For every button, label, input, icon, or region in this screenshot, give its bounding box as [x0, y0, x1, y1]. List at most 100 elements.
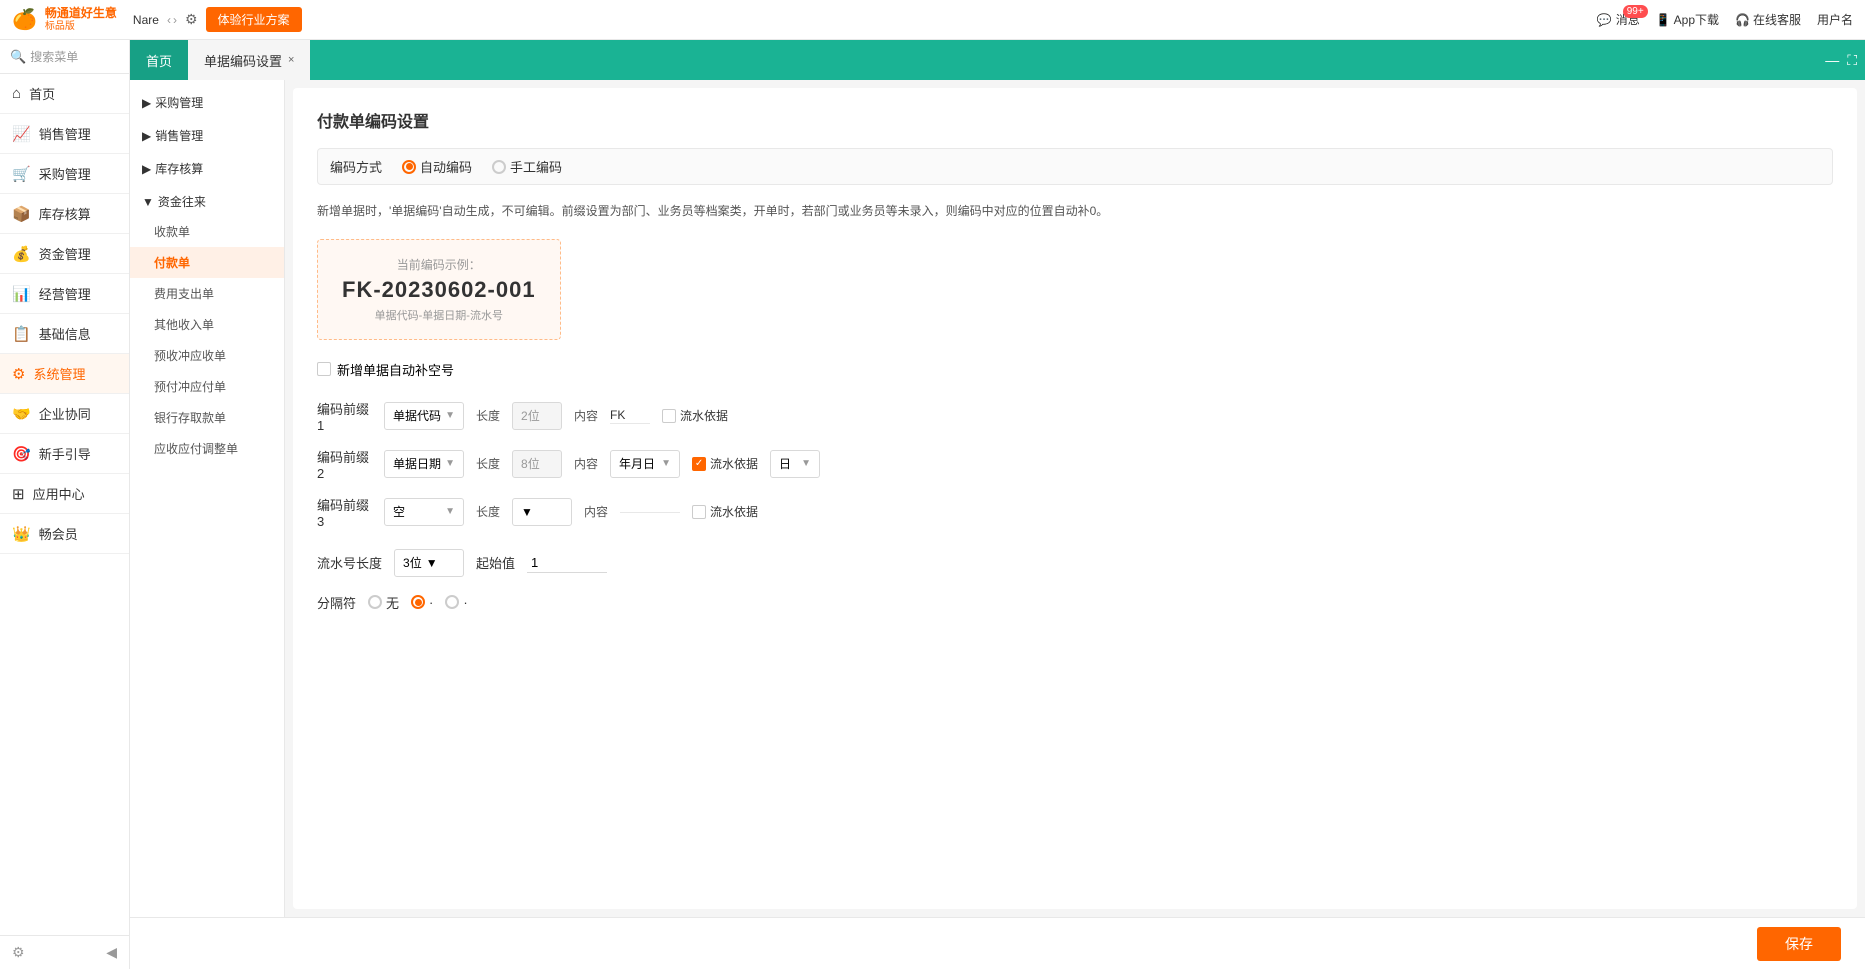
- sidebar-item-sales[interactable]: 📈 销售管理: [0, 114, 129, 154]
- arrow-left-icon[interactable]: ‹: [167, 13, 171, 27]
- prefix1-label: 编码前缀1: [317, 399, 372, 433]
- prefix3-select[interactable]: 空 ▼: [384, 498, 464, 526]
- water1-check[interactable]: 流水依据: [662, 407, 728, 424]
- separator-options: 无 · ·: [368, 593, 468, 612]
- online-service-btn[interactable]: 🎧 在线客服: [1735, 11, 1801, 28]
- sub-group-finance-title[interactable]: ▼ 资金往来: [130, 187, 284, 216]
- experience-btn[interactable]: 体验行业方案: [206, 7, 302, 32]
- info-text: 新增单据时，'单据编码'自动生成，不可编辑。前缀设置为部门、业务员等档案类，开单…: [317, 201, 1833, 223]
- tab-encoding-settings[interactable]: 单据编码设置 ×: [188, 40, 310, 80]
- sidebar-item-apps[interactable]: ⊞ 应用中心: [0, 474, 129, 514]
- sub-item-ap-adjust[interactable]: 应收应付调整单: [130, 433, 284, 464]
- auto-fill-checkbox[interactable]: [317, 362, 331, 376]
- sidebar-item-operations[interactable]: 📊 经营管理: [0, 274, 129, 314]
- sidebar-item-system[interactable]: ⚙ 系统管理: [0, 354, 129, 394]
- sub-group-sales-title[interactable]: ▶ 销售管理: [130, 121, 284, 150]
- sep-dot-option[interactable]: ·: [445, 595, 467, 610]
- sidebar-item-purchase[interactable]: 🛒 采购管理: [0, 154, 129, 194]
- separator-row: 分隔符 无 · ·: [317, 593, 1833, 612]
- sidebar-item-finance[interactable]: 💰 资金管理: [0, 234, 129, 274]
- save-button[interactable]: 保存: [1757, 927, 1841, 961]
- prefix1-arrow-icon: ▼: [445, 410, 455, 421]
- sidebar-item-system-label: 系统管理: [33, 364, 85, 383]
- tab-home[interactable]: 首页: [130, 40, 188, 80]
- sidebar-item-basic[interactable]: 📋 基础信息: [0, 314, 129, 354]
- top-bar-right: 💬 消息 99+ 📱 App下载 🎧 在线客服 用户名: [1597, 11, 1853, 28]
- water3-check[interactable]: 流水依据: [692, 503, 758, 520]
- top-bar-left: 🍊 畅通道好生意 标品版 Nare ‹ › ⚙ 体验行业方案: [12, 7, 1597, 32]
- sep-dash-option[interactable]: ·: [411, 595, 433, 610]
- sub-item-advance-offset[interactable]: 预付冲应付单: [130, 371, 284, 402]
- settings-icon[interactable]: ⚙: [185, 11, 198, 28]
- sidebar-item-inventory-label: 库存核算: [39, 204, 91, 223]
- length3-select[interactable]: ▼: [512, 498, 572, 526]
- prefix1-row: 编码前缀1 单据代码 ▼ 长度 2位 内容 FK 流水依: [317, 399, 1833, 433]
- water3-checkbox[interactable]: [692, 505, 706, 519]
- tab-close-icon[interactable]: ×: [288, 54, 294, 66]
- sep-none-option[interactable]: 无: [368, 593, 399, 612]
- sep-dash-dot: [411, 595, 425, 609]
- sep-dash-label: ·: [429, 595, 433, 610]
- content2-select[interactable]: 年月日 ▼: [610, 450, 680, 478]
- sidebar-item-member[interactable]: 👑 畅会员: [0, 514, 129, 554]
- auto-fill-label: 新增单据自动补空号: [337, 360, 454, 379]
- sub-item-bank-deposit[interactable]: 银行存取款单: [130, 402, 284, 433]
- sep-dot-label: ·: [463, 595, 467, 610]
- sub-group-purchase: ▶ 采购管理: [130, 88, 284, 117]
- tab-bar-actions: — ⛶: [1825, 52, 1865, 69]
- content1-label: 内容: [574, 407, 598, 424]
- finance-icon: 💰: [12, 245, 31, 263]
- content1-value: FK: [610, 408, 650, 424]
- sub-item-other-income[interactable]: 其他收入单: [130, 309, 284, 340]
- app-download-btn[interactable]: 📱 App下载: [1656, 11, 1719, 28]
- auto-encoding-radio[interactable]: 自动编码: [402, 157, 472, 176]
- prefix1-select[interactable]: 单据代码 ▼: [384, 402, 464, 430]
- search-menu-label: 搜索菜单: [30, 48, 78, 65]
- sub-group-finance: ▼ 资金往来 收款单 付款单 费用支出单 其他收入单: [130, 187, 284, 464]
- sub-group-inventory-title[interactable]: ▶ 库存核算: [130, 154, 284, 183]
- top-bar-arrows[interactable]: ‹ ›: [167, 13, 177, 27]
- sub-item-receipt[interactable]: 收款单: [130, 216, 284, 247]
- sub-group-purchase-title[interactable]: ▶ 采购管理: [130, 88, 284, 117]
- message-btn[interactable]: 💬 消息 99+: [1597, 11, 1640, 28]
- water2-check[interactable]: ✓ 流水依据: [692, 455, 758, 472]
- prefix2-select[interactable]: 单据日期 ▼: [384, 450, 464, 478]
- tab-minimize-icon[interactable]: —: [1825, 52, 1839, 68]
- member-icon: 👑: [12, 525, 31, 543]
- sidebar-item-home[interactable]: ⌂ 首页: [0, 74, 129, 114]
- sep-none-dot: [368, 595, 382, 609]
- page-area: ▶ 采购管理 ▶ 销售管理 ▶ 库存核算: [130, 80, 1865, 917]
- manual-encoding-radio[interactable]: 手工编码: [492, 157, 562, 176]
- arrow-right-icon[interactable]: ›: [173, 13, 177, 27]
- sub-item-prepay-offset[interactable]: 预收冲应收单: [130, 340, 284, 371]
- sidebar-item-guide[interactable]: 🎯 新手引导: [0, 434, 129, 474]
- serial-arrow-icon: ▼: [426, 556, 438, 570]
- start-value-input[interactable]: [527, 553, 607, 573]
- headset-icon: 🎧: [1735, 13, 1750, 27]
- length3-arrow-icon: ▼: [521, 505, 533, 519]
- water2-checkbox[interactable]: ✓: [692, 457, 706, 471]
- sub-group-purchase-label: 采购管理: [155, 94, 203, 111]
- water1-checkbox[interactable]: [662, 409, 676, 423]
- sub-group-purchase-arrow: ▶: [142, 96, 151, 110]
- message-badge: 99+: [1623, 5, 1648, 18]
- sidebar-item-inventory[interactable]: 📦 库存核算: [0, 194, 129, 234]
- system-icon: ⚙: [12, 365, 25, 383]
- collapse-sidebar-icon[interactable]: ◀: [106, 944, 117, 961]
- serial-length-select[interactable]: 3位 ▼: [394, 549, 464, 577]
- length3-label: 长度: [476, 503, 500, 520]
- sub-group-inventory-arrow: ▶: [142, 162, 151, 176]
- water2-option-select[interactable]: 日 ▼: [770, 450, 820, 478]
- search-menu-btn[interactable]: 🔍 搜索菜单: [0, 40, 129, 74]
- sub-group-inventory-label: 库存核算: [155, 160, 203, 177]
- settings-bottom-icon[interactable]: ⚙: [12, 944, 25, 961]
- sidebar-item-enterprise-label: 企业协同: [39, 404, 91, 423]
- sidebar-item-enterprise[interactable]: 🤝 企业协同: [0, 394, 129, 434]
- user-info[interactable]: 用户名: [1817, 11, 1853, 28]
- sub-item-expense[interactable]: 费用支出单: [130, 278, 284, 309]
- tab-maximize-icon[interactable]: ⛶: [1847, 52, 1857, 69]
- sub-item-payment[interactable]: 付款单: [130, 247, 284, 278]
- sidebar-item-purchase-label: 采购管理: [39, 164, 91, 183]
- manual-encoding-label: 手工编码: [510, 157, 562, 176]
- length1-label: 长度: [476, 407, 500, 424]
